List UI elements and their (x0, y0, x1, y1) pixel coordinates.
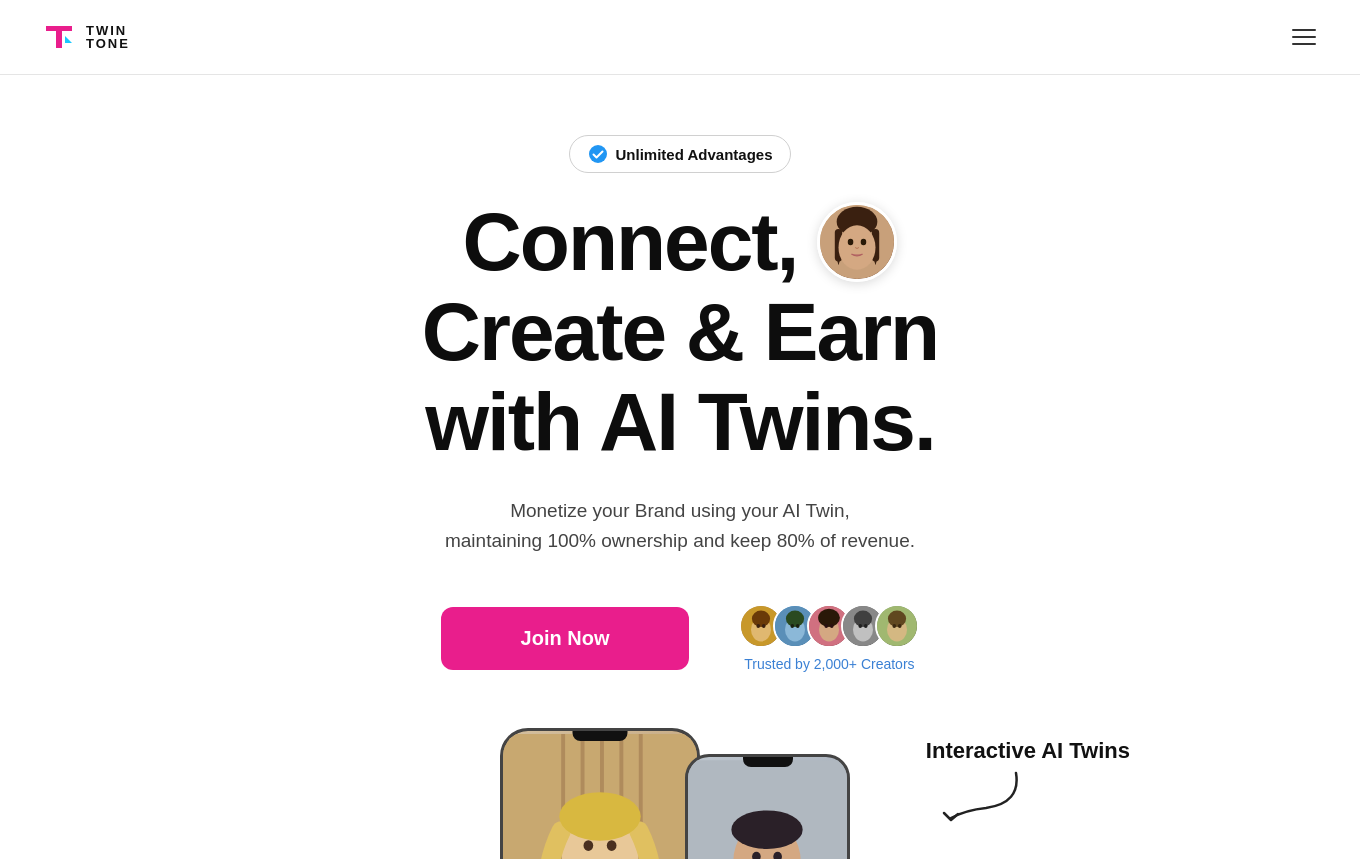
svg-point-16 (786, 611, 804, 627)
svg-point-7 (848, 239, 854, 245)
svg-point-1 (589, 145, 607, 163)
svg-point-13 (762, 624, 766, 628)
svg-point-26 (854, 611, 872, 627)
badge-text: Unlimited Advantages (616, 146, 773, 163)
hero-avatar (817, 202, 897, 282)
ai-twins-label: Interactive AI Twins (926, 738, 1130, 828)
main-content: Unlimited Advantages Connect, (0, 75, 1360, 859)
svg-point-11 (752, 611, 770, 627)
hero-line2: Create & Earn (422, 287, 938, 377)
hamburger-menu-button[interactable] (1288, 25, 1320, 49)
advantages-badge: Unlimited Advantages (569, 135, 792, 173)
join-now-button[interactable]: Join Now (441, 607, 690, 670)
hero-subtext: Monetize your Brand using your AI Twin, … (445, 496, 915, 557)
avatar-stack (739, 604, 919, 648)
hamburger-line-2 (1292, 36, 1316, 38)
phone-left-person (503, 731, 697, 859)
phone-mockup-left (500, 728, 710, 859)
hero-heading: Connect, (422, 197, 938, 468)
svg-point-8 (861, 239, 867, 245)
trusted-section: Trusted by 2,000+ Creators (739, 604, 919, 672)
svg-point-31 (888, 611, 906, 627)
trusted-by-text: Trusted by 2,000+ Creators (744, 656, 914, 672)
svg-point-43 (584, 841, 594, 852)
checkmark-badge-icon (588, 144, 608, 164)
svg-point-44 (607, 841, 617, 852)
hero-line3: with AI Twins. (422, 377, 938, 467)
subtext-line2: maintaining 100% ownership and keep 80% … (445, 530, 915, 551)
phone-right-person (688, 757, 847, 859)
logo-line2: TONE (86, 37, 130, 50)
svg-point-6 (839, 225, 876, 269)
hamburger-line-3 (1292, 43, 1316, 45)
trusted-avatar-5 (875, 604, 919, 648)
phone-mockup-right (685, 754, 860, 859)
hero-line1: Connect, (422, 197, 938, 287)
ai-twins-text: Interactive AI Twins (926, 738, 1130, 764)
logo-text: TWIN TONE (86, 24, 130, 50)
svg-point-28 (864, 624, 868, 628)
svg-point-12 (757, 624, 761, 628)
svg-point-33 (898, 624, 902, 628)
svg-point-22 (825, 624, 829, 628)
hamburger-line-1 (1292, 29, 1316, 31)
subtext-line1: Monetize your Brand using your AI Twin, (510, 500, 850, 521)
svg-point-42 (559, 793, 640, 842)
logo[interactable]: TWIN TONE (40, 18, 130, 56)
cta-trusted-row: Join Now (441, 604, 920, 672)
svg-point-48 (731, 811, 802, 850)
svg-point-32 (893, 624, 897, 628)
avatar-face-5 (877, 606, 917, 646)
phone-section: Interactive AI Twins (230, 728, 1130, 859)
svg-point-27 (859, 624, 863, 628)
svg-point-18 (796, 624, 800, 628)
avatar-face-svg (820, 205, 894, 279)
curved-arrow-icon (936, 768, 1026, 828)
svg-point-17 (791, 624, 795, 628)
header: TWIN TONE (0, 0, 1360, 75)
svg-point-23 (830, 624, 834, 628)
hero-connect-text: Connect, (463, 197, 798, 287)
svg-point-21 (819, 609, 841, 627)
logo-icon (40, 18, 78, 56)
